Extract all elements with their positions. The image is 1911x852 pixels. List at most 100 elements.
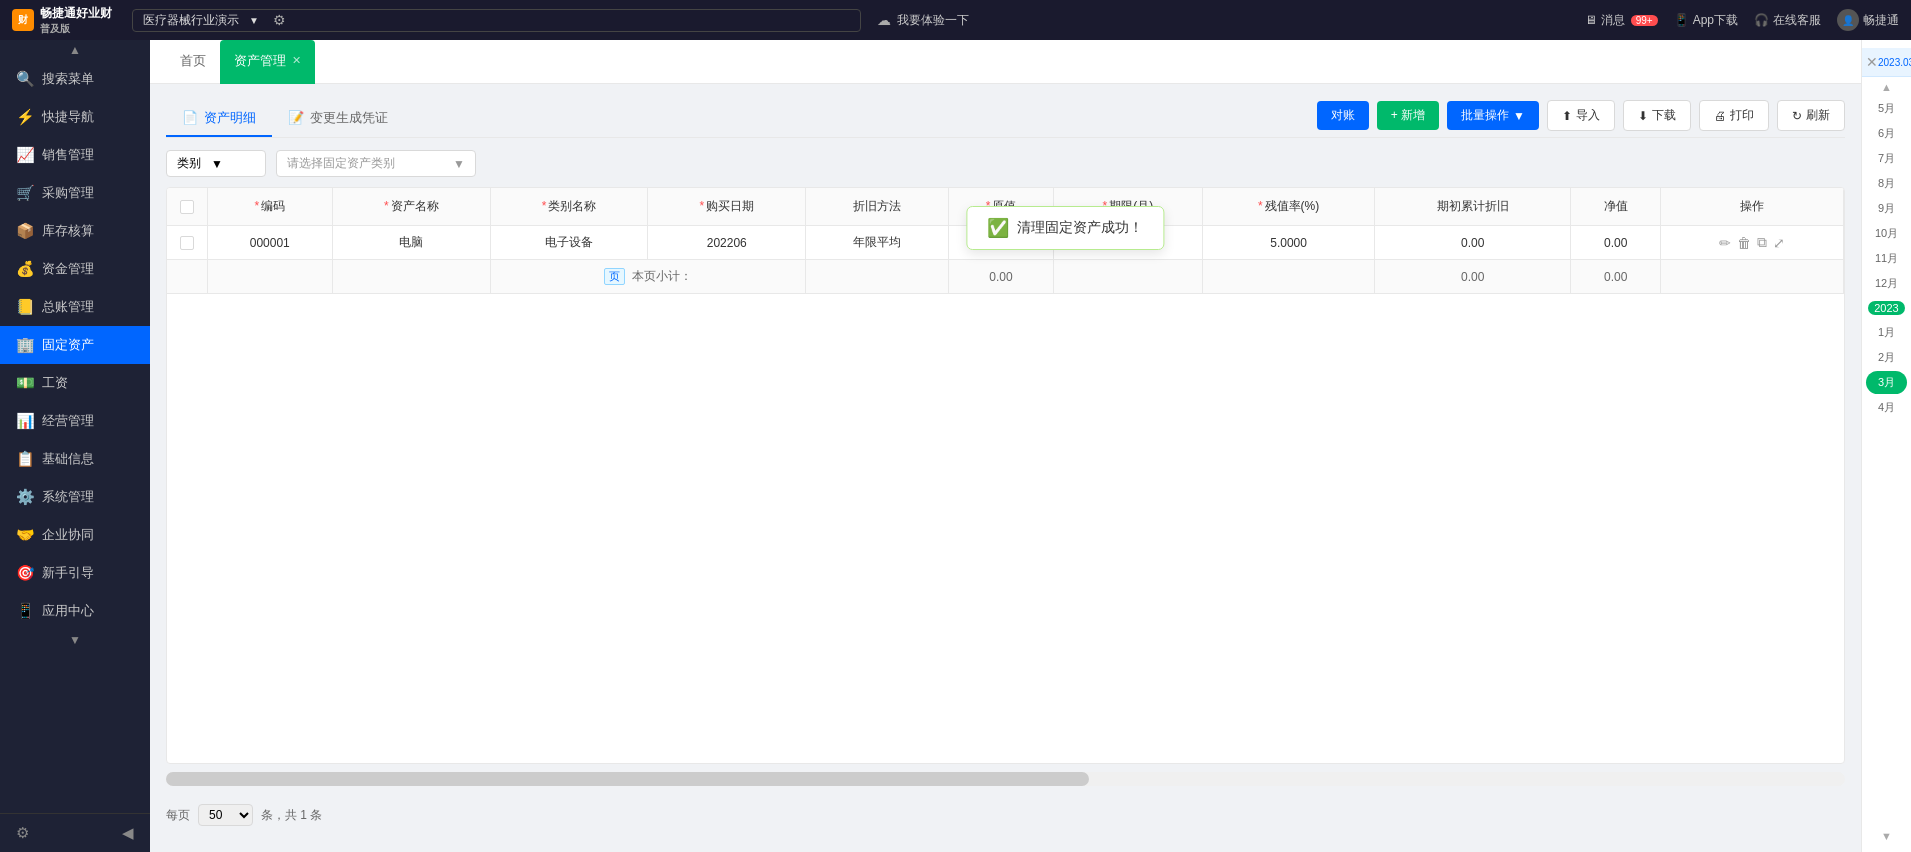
subtotal-empty-6 (1053, 260, 1202, 294)
experience-btn[interactable]: 我要体验一下 (897, 12, 969, 29)
top-bar: 财 畅捷通好业财 普及版 医疗器械行业演示 ▼ ⚙ ☁ 我要体验一下 🖥 消息 … (0, 0, 1911, 40)
sidebar-item-cooperation[interactable]: 🤝 企业协同 (0, 516, 150, 554)
copy-icon[interactable]: ⧉ (1757, 234, 1767, 251)
tab-close-icon[interactable]: ✕ (292, 54, 301, 67)
month-item-11[interactable]: 11月 (1862, 247, 1911, 270)
col-purchase-date: *购买日期 (648, 188, 806, 226)
dropdown-arrow-icon: ▼ (453, 157, 465, 171)
month-item-12[interactable]: 12月 (1862, 272, 1911, 295)
sub-tab-asset-detail-label: 资产明细 (204, 109, 256, 127)
sidebar-item-management[interactable]: 📊 经营管理 (0, 402, 150, 440)
more-icon[interactable]: ⤢ (1773, 235, 1785, 251)
sidebar-gear-icon[interactable]: ⚙ (16, 824, 29, 842)
sidebar-item-label: 企业协同 (42, 526, 94, 544)
user-avatar[interactable]: 👤 畅捷通 (1837, 9, 1899, 31)
row-checkbox[interactable] (180, 236, 194, 250)
management-icon: 📊 (16, 412, 34, 430)
subtotal-row: 页 本页小计： 0.00 0.00 0.00 (167, 260, 1844, 294)
edit-icon[interactable]: ✏ (1719, 235, 1731, 251)
mobile-icon: 📱 (1674, 13, 1689, 27)
online-service-btn[interactable]: 🎧 在线客服 (1754, 12, 1821, 29)
sidebar-item-ledger[interactable]: 📒 总账管理 (0, 288, 150, 326)
month-item-6[interactable]: 6月 (1862, 122, 1911, 145)
logo-icon: 财 (12, 9, 34, 31)
right-panel-scroll-down[interactable]: ▼ (1881, 828, 1892, 844)
sidebar-item-label: 系统管理 (42, 488, 94, 506)
company-name: 医疗器械行业演示 (143, 12, 239, 29)
sidebar-item-purchase[interactable]: 🛒 采购管理 (0, 174, 150, 212)
cooperation-icon: 🤝 (16, 526, 34, 544)
print-icon: 🖨 (1714, 109, 1726, 123)
sales-icon: 📈 (16, 146, 34, 164)
right-panel-scroll-up[interactable]: ▲ (1881, 79, 1892, 95)
download-button[interactable]: ⬇ 下载 (1623, 100, 1691, 131)
sidebar-collapse-icon[interactable]: ◀ (122, 824, 134, 842)
panel-close-icon[interactable]: ✕ (1866, 54, 1878, 70)
message-icon: 🖥 (1585, 13, 1597, 27)
sidebar-item-funds[interactable]: 💰 资金管理 (0, 250, 150, 288)
sidebar-item-basic-info[interactable]: 📋 基础信息 (0, 440, 150, 478)
per-page-select[interactable]: 50 100 (198, 804, 253, 826)
app-download-btn[interactable]: 📱 App下载 (1674, 12, 1738, 29)
horizontal-scrollbar[interactable] (166, 764, 1845, 794)
gear-icon[interactable]: ⚙ (273, 12, 286, 28)
month-item-4[interactable]: 4月 (1862, 396, 1911, 419)
sidebar-scroll-down[interactable]: ▼ (0, 630, 150, 650)
sidebar-item-system[interactable]: ⚙️ 系统管理 (0, 478, 150, 516)
row-residual-rate: 5.0000 (1202, 226, 1374, 260)
month-item-9[interactable]: 9月 (1862, 197, 1911, 220)
month-item-5[interactable]: 5月 (1862, 97, 1911, 120)
month-item-1[interactable]: 1月 (1862, 321, 1911, 344)
subtotal-empty-5 (806, 260, 949, 294)
sidebar-item-sales[interactable]: 📈 销售管理 (0, 136, 150, 174)
sidebar-item-fixed-assets[interactable]: 🏢 固定资产 (0, 326, 150, 364)
category-input[interactable]: 请选择固定资产类别 ▼ (276, 150, 476, 177)
batch-button[interactable]: 批量操作 ▼ (1447, 101, 1539, 130)
sidebar-item-payroll[interactable]: 💵 工资 (0, 364, 150, 402)
header-checkbox[interactable] (180, 200, 194, 214)
sidebar-bottom: ⚙ ◀ (0, 813, 150, 852)
export-button[interactable]: ⬆ 导入 (1547, 100, 1615, 131)
sidebar-item-label: 库存核算 (42, 222, 94, 240)
row-checkbox-cell (167, 226, 207, 260)
main-layout: ▲ 🔍 搜索菜单 ⚡ 快捷导航 📈 销售管理 🛒 采购管理 📦 库存核算 💰 资… (0, 40, 1911, 852)
sidebar-item-guide[interactable]: 🎯 新手引导 (0, 554, 150, 592)
ledger-icon: 📒 (16, 298, 34, 316)
sidebar-scroll-up[interactable]: ▲ (0, 40, 150, 60)
month-item-2[interactable]: 2月 (1862, 346, 1911, 369)
system-icon: ⚙️ (16, 488, 34, 506)
new-button[interactable]: + 新增 (1377, 101, 1439, 130)
sidebar-item-inventory[interactable]: 📦 库存核算 (0, 212, 150, 250)
month-item-8[interactable]: 8月 (1862, 172, 1911, 195)
online-service-label: 在线客服 (1773, 12, 1821, 29)
sidebar-item-label: 经营管理 (42, 412, 94, 430)
month-item-10[interactable]: 10月 (1862, 222, 1911, 245)
category-filter[interactable]: 类别 ▼ (166, 150, 266, 177)
row-name: 电脑 (333, 226, 491, 260)
funds-icon: 💰 (16, 260, 34, 278)
tab-asset-management[interactable]: 资产管理 ✕ (220, 40, 315, 84)
payroll-icon: 💵 (16, 374, 34, 392)
delete-icon[interactable]: 🗑 (1737, 235, 1751, 251)
fixed-assets-icon: 🏢 (16, 336, 34, 354)
sidebar-item-search[interactable]: 🔍 搜索菜单 (0, 60, 150, 98)
month-item-3[interactable]: 3月 (1866, 371, 1907, 394)
sidebar-item-label: 快捷导航 (42, 108, 94, 126)
col-net-value: 净值 (1571, 188, 1661, 226)
print-button[interactable]: 🖨 打印 (1699, 100, 1769, 131)
subtotal-label-cell: 页 本页小计： (490, 260, 805, 294)
sub-tab-asset-detail[interactable]: 📄 资产明细 (166, 101, 272, 137)
sidebar-item-label: 销售管理 (42, 146, 94, 164)
sidebar-item-label: 资金管理 (42, 260, 94, 278)
tab-home[interactable]: 首页 (166, 40, 220, 84)
subtotal-empty-1 (167, 260, 207, 294)
reconcile-button[interactable]: 对账 (1317, 101, 1369, 130)
month-item-7[interactable]: 7月 (1862, 147, 1911, 170)
refresh-button[interactable]: ↻ 刷新 (1777, 100, 1845, 131)
sidebar-item-apps[interactable]: 📱 应用中心 (0, 592, 150, 630)
message-btn[interactable]: 🖥 消息 99+ (1585, 12, 1658, 29)
sub-tab-change-voucher[interactable]: 📝 变更生成凭证 (272, 101, 404, 137)
sidebar-item-quick-nav[interactable]: ⚡ 快捷导航 (0, 98, 150, 136)
right-panel: ✕ 2023.03 ⤢ ▲ 5月 6月 7月 8月 9月 10月 11月 12月… (1861, 40, 1911, 852)
company-selector[interactable]: 医疗器械行业演示 ▼ ⚙ (132, 9, 861, 32)
